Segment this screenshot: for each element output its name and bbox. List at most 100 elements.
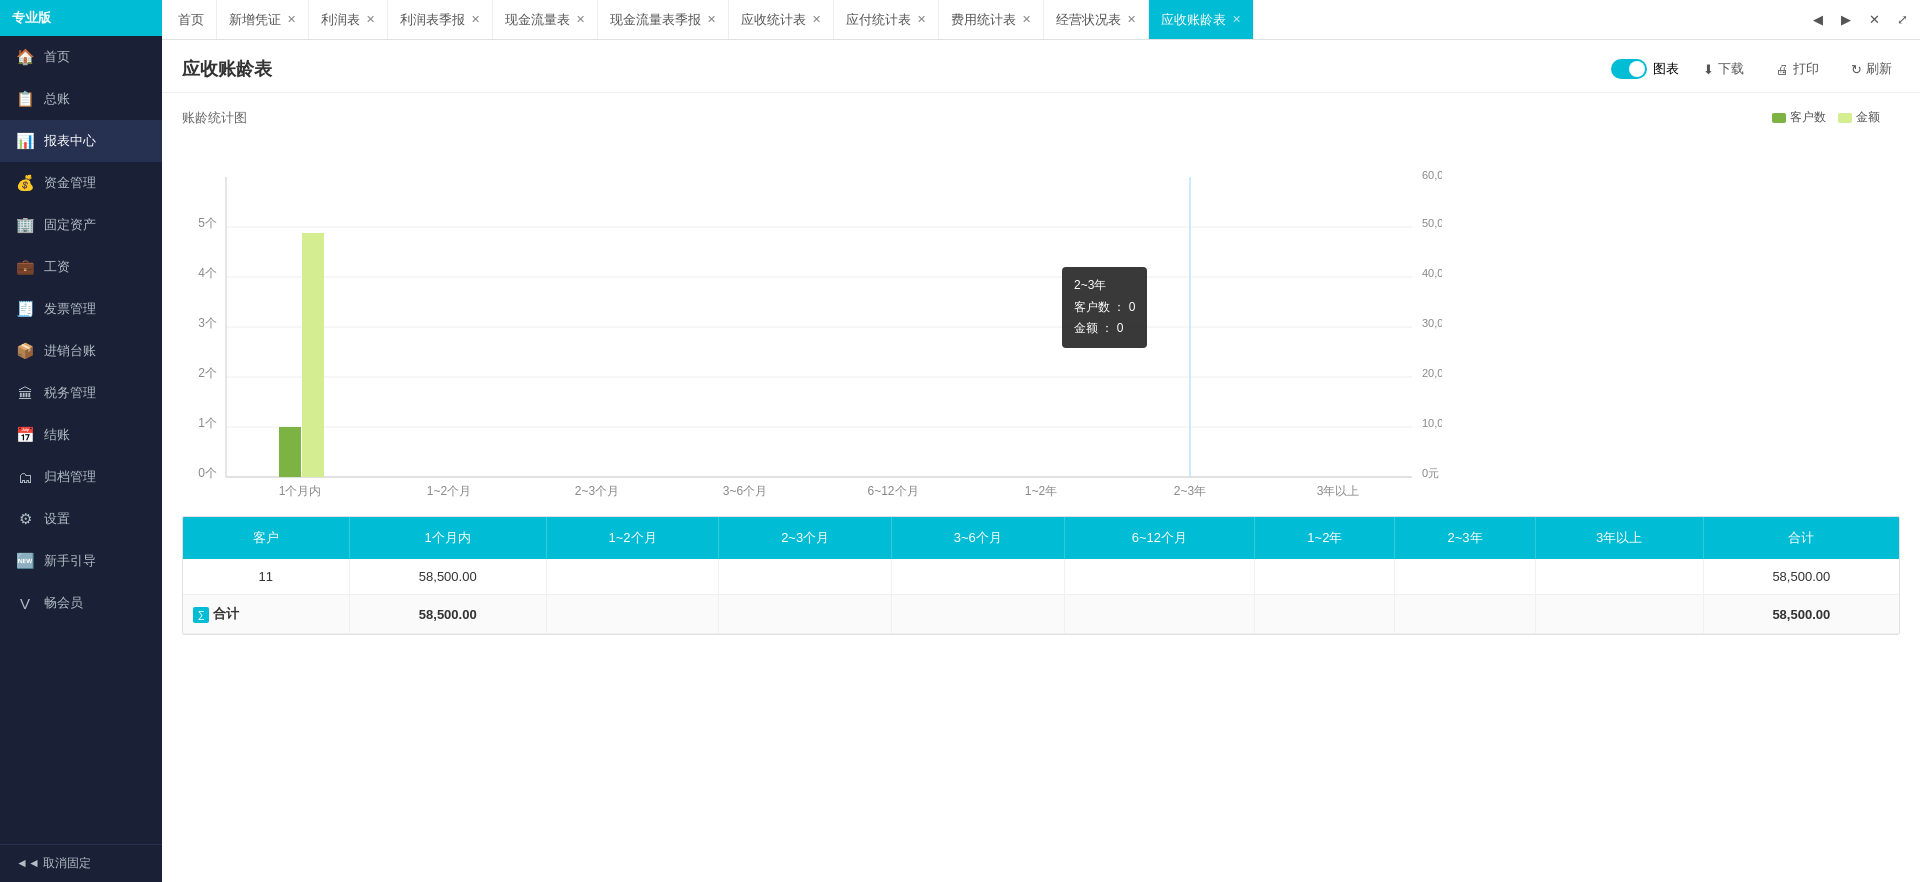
tab-next-btn[interactable]: ▶ xyxy=(1832,0,1860,39)
svg-text:5个: 5个 xyxy=(198,216,217,230)
tab-profit-season[interactable]: 利润表季报 ✕ xyxy=(388,0,493,39)
print-btn[interactable]: 🖨 打印 xyxy=(1768,56,1827,82)
toggle-thumb xyxy=(1629,61,1645,77)
sidebar-item-close[interactable]: 📅 结账 xyxy=(0,414,162,456)
bar-amount-1 xyxy=(302,233,324,477)
tab-ar-stats[interactable]: 应收统计表 ✕ xyxy=(729,0,834,39)
tab-close-biz-status[interactable]: ✕ xyxy=(1127,13,1136,26)
refresh-btn[interactable]: ↻ 刷新 xyxy=(1843,56,1900,82)
svg-text:3~6个月: 3~6个月 xyxy=(723,484,767,497)
total-cell-2 xyxy=(546,595,719,634)
download-btn[interactable]: ⬇ 下载 xyxy=(1695,56,1752,82)
page-actions: 图表 ⬇ 下载 🖨 打印 ↻ 刷新 xyxy=(1611,56,1900,82)
svg-text:3个: 3个 xyxy=(198,316,217,330)
col-header-7: 2~3年 xyxy=(1395,517,1535,559)
tab-close-profit[interactable]: ✕ xyxy=(366,13,375,26)
svg-text:60,000.00元: 60,000.00元 xyxy=(1422,169,1442,181)
tab-label-ar-stats: 应收统计表 xyxy=(741,11,806,29)
tab-close-ap-stats[interactable]: ✕ xyxy=(917,13,926,26)
tab-prev-btn[interactable]: ◀ xyxy=(1804,0,1832,39)
tab-cashflow[interactable]: 现金流量表✕ xyxy=(493,0,598,39)
sidebar-icon-invoice: 🧾 xyxy=(16,300,34,318)
col-header-3: 2~3个月 xyxy=(719,517,892,559)
main-area: 首页新增凭证✕利润表✕利润表季报✕现金流量表✕现金流量表季报✕应收统计表✕应付统… xyxy=(162,0,1920,882)
sidebar-icon-funds: 💰 xyxy=(16,174,34,192)
download-icon: ⬇ xyxy=(1703,62,1714,77)
sidebar-item-tax[interactable]: 🏛 税务管理 xyxy=(0,372,162,414)
refresh-icon: ↻ xyxy=(1851,62,1862,77)
tab-bar: 首页新增凭证✕利润表✕利润表季报✕现金流量表✕现金流量表季报✕应收统计表✕应付统… xyxy=(162,0,1920,40)
sidebar-icon-salary: 💼 xyxy=(16,258,34,276)
tab-label-cashflow-season: 现金流量表季报 xyxy=(610,11,701,29)
svg-text:0个: 0个 xyxy=(198,466,217,480)
legend-amount-label: 金额 xyxy=(1856,109,1880,126)
legend-customer-color xyxy=(1772,113,1786,123)
sidebar-item-funds[interactable]: 💰 资金管理 xyxy=(0,162,162,204)
sidebar-item-reports[interactable]: 📊 报表中心 xyxy=(0,120,162,162)
tab-voucher[interactable]: 新增凭证✕ xyxy=(217,0,309,39)
col-header-8: 3年以上 xyxy=(1535,517,1703,559)
sidebar-icon-settings: ⚙ xyxy=(16,510,34,528)
sidebar-item-settings[interactable]: ⚙ 设置 xyxy=(0,498,162,540)
sidebar-item-invoice[interactable]: 🧾 发票管理 xyxy=(0,288,162,330)
tab-expense-stats[interactable]: 费用统计表✕ xyxy=(939,0,1044,39)
table-cell-0-8 xyxy=(1535,559,1703,595)
sidebar-item-home[interactable]: 🏠 首页 xyxy=(0,36,162,78)
svg-text:2个: 2个 xyxy=(198,366,217,380)
sidebar-label-invoice: 发票管理 xyxy=(44,300,96,318)
tab-close-ar-stats[interactable]: ✕ xyxy=(812,13,821,26)
tab-close-all-btn[interactable]: ✕ xyxy=(1860,0,1888,39)
tab-close-voucher[interactable]: ✕ xyxy=(287,13,296,26)
sidebar-label-close: 结账 xyxy=(44,426,70,444)
data-table: 客户1个月内1~2个月2~3个月3~6个月6~12个月1~2年2~3年3年以上合… xyxy=(183,517,1899,634)
sidebar-icon-assets: 🏢 xyxy=(16,216,34,234)
sidebar-item-archive[interactable]: 🗂 归档管理 xyxy=(0,456,162,498)
sidebar-item-ledger[interactable]: 📋 总账 xyxy=(0,78,162,120)
sidebar-icon-home: 🏠 xyxy=(16,48,34,66)
sidebar-icon-stock: 📦 xyxy=(16,342,34,360)
table-row: 1158,500.0058,500.00 xyxy=(183,559,1899,595)
table-body: 1158,500.0058,500.00∑合计58,500.0058,500.0… xyxy=(183,559,1899,634)
tab-cashflow-season[interactable]: 现金流量表季报 ✕ xyxy=(598,0,729,39)
tab-profit[interactable]: 利润表✕ xyxy=(309,0,388,39)
tab-label-profit-season: 利润表季报 xyxy=(400,11,465,29)
tab-close-expense-stats[interactable]: ✕ xyxy=(1022,13,1031,26)
tab-biz-status[interactable]: 经营状况表✕ xyxy=(1044,0,1149,39)
sidebar-item-guide[interactable]: 🆕 新手引导 xyxy=(0,540,162,582)
page-header: 应收账龄表 图表 ⬇ 下载 🖨 打印 ↻ 刷新 xyxy=(162,40,1920,93)
table-cell-0-6 xyxy=(1255,559,1395,595)
tab-close-cashflow[interactable]: ✕ xyxy=(576,13,585,26)
svg-text:6~12个月: 6~12个月 xyxy=(867,484,918,497)
sidebar-icon-reports: 📊 xyxy=(16,132,34,150)
table-header: 客户1个月内1~2个月2~3个月3~6个月6~12个月1~2年2~3年3年以上合… xyxy=(183,517,1899,559)
tab-home[interactable]: 首页 xyxy=(166,0,217,39)
sidebar: 专业版 🏠 首页📋 总账📊 报表中心💰 资金管理🏢 固定资产💼 工资🧾 发票管理… xyxy=(0,0,162,882)
svg-text:30,000.00元: 30,000.00元 xyxy=(1422,317,1442,329)
sidebar-label-stock: 进销台账 xyxy=(44,342,96,360)
sidebar-label-funds: 资金管理 xyxy=(44,174,96,192)
col-header-1: 1个月内 xyxy=(349,517,546,559)
sidebar-item-vip[interactable]: V 畅会员 xyxy=(0,582,162,624)
tab-label-ar-aging: 应收账龄表 xyxy=(1161,11,1226,29)
table-cell-0-3 xyxy=(719,559,892,595)
tab-ap-stats[interactable]: 应付统计表✕ xyxy=(834,0,939,39)
toggle-track[interactable] xyxy=(1611,59,1647,79)
sidebar-item-stock[interactable]: 📦 进销台账 xyxy=(0,330,162,372)
svg-text:2~3年: 2~3年 xyxy=(1174,484,1206,497)
svg-text:40,000.00元: 40,000.00元 xyxy=(1422,267,1442,279)
sidebar-label-ledger: 总账 xyxy=(44,90,70,108)
tab-close-ar-aging[interactable]: ✕ xyxy=(1232,13,1241,26)
tab-close-cashflow-season[interactable]: ✕ xyxy=(707,13,716,26)
tab-close-profit-season[interactable]: ✕ xyxy=(471,13,480,26)
sidebar-item-assets[interactable]: 🏢 固定资产 xyxy=(0,204,162,246)
table-area: 客户1个月内1~2个月2~3个月3~6个月6~12个月1~2年2~3年3年以上合… xyxy=(182,516,1900,635)
chart-toggle[interactable]: 图表 xyxy=(1611,59,1679,79)
sidebar-item-salary[interactable]: 💼 工资 xyxy=(0,246,162,288)
svg-text:1~2年: 1~2年 xyxy=(1025,484,1057,497)
legend-customer: 客户数 xyxy=(1772,109,1826,126)
sidebar-collapse-btn[interactable]: ◄◄ 取消固定 xyxy=(0,844,162,882)
tab-expand-btn[interactable]: ⤢ xyxy=(1888,0,1916,39)
table-cell-0-0: 11 xyxy=(183,559,349,595)
col-header-4: 3~6个月 xyxy=(891,517,1064,559)
tab-ar-aging[interactable]: 应收账龄表 ✕ xyxy=(1149,0,1254,39)
